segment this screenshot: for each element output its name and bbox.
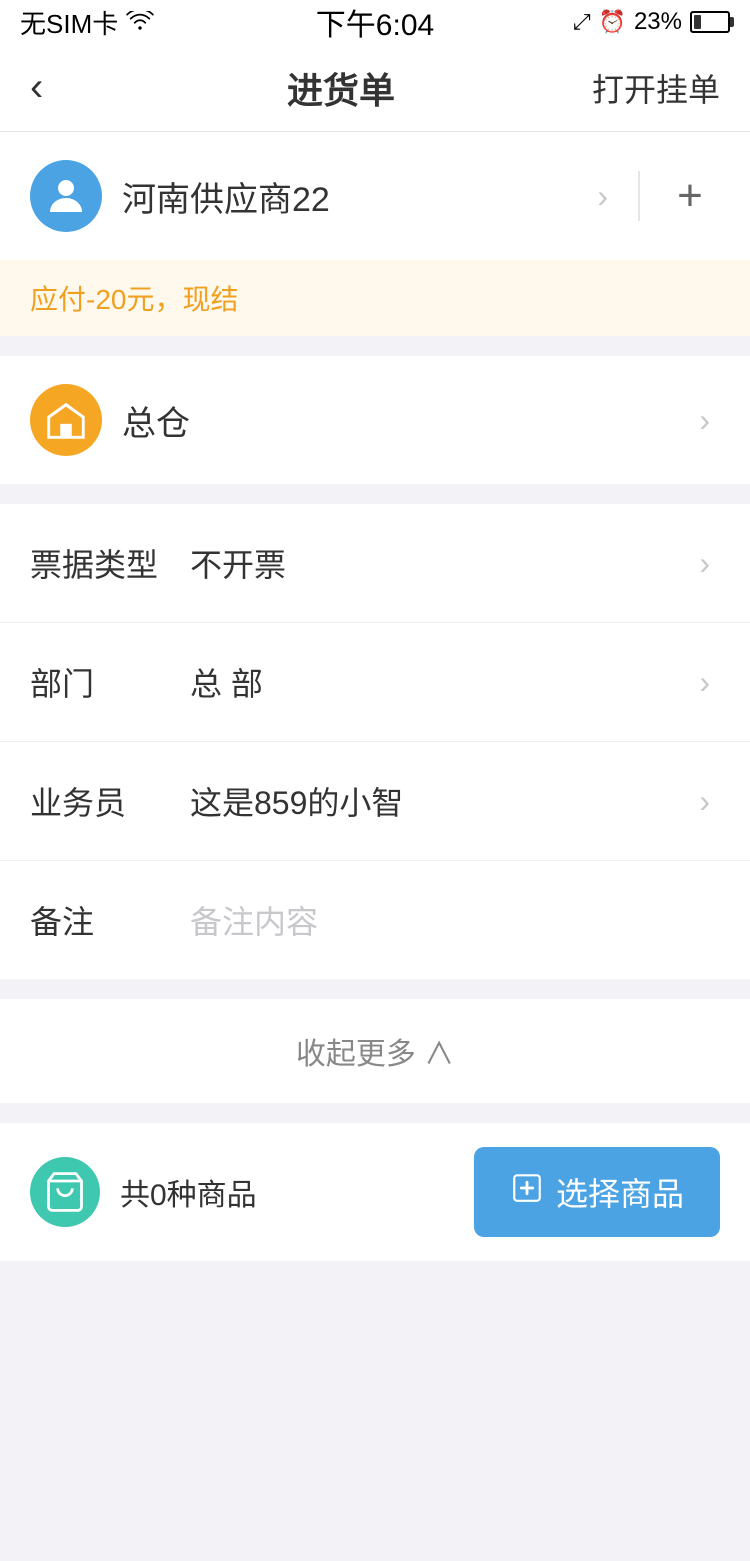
salesman-label: 业务员 [30,778,190,824]
select-product-icon [510,1171,544,1214]
product-icon [30,1157,100,1227]
warehouse-chevron-icon: › [699,402,710,439]
warehouse-name: 总仓 [122,396,699,445]
warehouse-icon [30,384,102,456]
invoice-type-row[interactable]: 票据类型 不开票 › [0,504,750,623]
shopping-bag-icon [43,1170,87,1214]
supplier-divider [638,171,640,221]
battery-icon [690,11,730,33]
back-button[interactable]: ‹ [30,65,90,110]
collapse-label: 收起更多 ∧ [296,1038,454,1071]
bottom-bar: 共0种商品 选择商品 [0,1123,750,1261]
salesman-chevron-icon: › [699,783,710,820]
user-icon [42,172,90,220]
battery-label: 23% [634,8,682,36]
status-bar-right: ⤢ ⏰ 23% [573,8,730,36]
department-row[interactable]: 部门 总 部 › [0,623,750,742]
page-title: 进货单 [287,62,395,114]
open-pending-button[interactable]: 打开挂单 [592,65,720,111]
form-section: 票据类型 不开票 › 部门 总 部 › 业务员 这是859的小智 › 备注 备注… [0,504,750,979]
status-bar-time: 下午6:04 [316,0,434,44]
remark-label: 备注 [30,897,190,943]
content: 河南供应商22 › + 应付-20元，现结 总仓 › 票据类型 不开票 [0,132,750,1561]
status-bar-left: 无SIM卡 [20,4,154,41]
department-label: 部门 [30,659,190,705]
department-value: 总 部 [190,659,699,705]
product-count-label: 共0种商品 [120,1170,474,1214]
add-supplier-button[interactable]: + [660,166,720,226]
alarm-icon: ⏰ [599,9,626,35]
supplier-chevron-icon: › [597,178,608,215]
nav-bar: ‹ 进货单 打开挂单 [0,44,750,132]
invoice-type-label: 票据类型 [30,540,190,586]
invoice-type-value: 不开票 [190,540,699,586]
warehouse-row[interactable]: 总仓 › [0,356,750,484]
location-icon: ⤢ [573,9,591,35]
remark-input[interactable]: 备注内容 [190,897,720,943]
select-product-label: 选择商品 [556,1169,684,1215]
salesman-row[interactable]: 业务员 这是859的小智 › [0,742,750,861]
remark-row[interactable]: 备注 备注内容 [0,861,750,979]
supplier-section: 河南供应商22 › + [0,132,750,260]
notice-text: 应付-20元，现结 [30,284,238,315]
department-chevron-icon: › [699,664,710,701]
warehouse-section: 总仓 › [0,356,750,484]
carrier-label: 无SIM卡 [20,4,118,41]
salesman-value: 这是859的小智 [190,778,699,824]
supplier-row[interactable]: 河南供应商22 › + [0,132,750,260]
collapse-bar[interactable]: 收起更多 ∧ [0,999,750,1103]
select-product-button[interactable]: 选择商品 [474,1147,720,1237]
invoice-chevron-icon: › [699,545,710,582]
supplier-avatar [30,160,102,232]
notice-bar: 应付-20元，现结 [0,260,750,336]
supplier-name: 河南供应商22 [122,172,597,221]
wifi-icon [126,7,154,38]
status-bar: 无SIM卡 下午6:04 ⤢ ⏰ 23% [0,0,750,44]
warehouse-building-icon [43,397,89,443]
gray-area [0,1261,750,1561]
